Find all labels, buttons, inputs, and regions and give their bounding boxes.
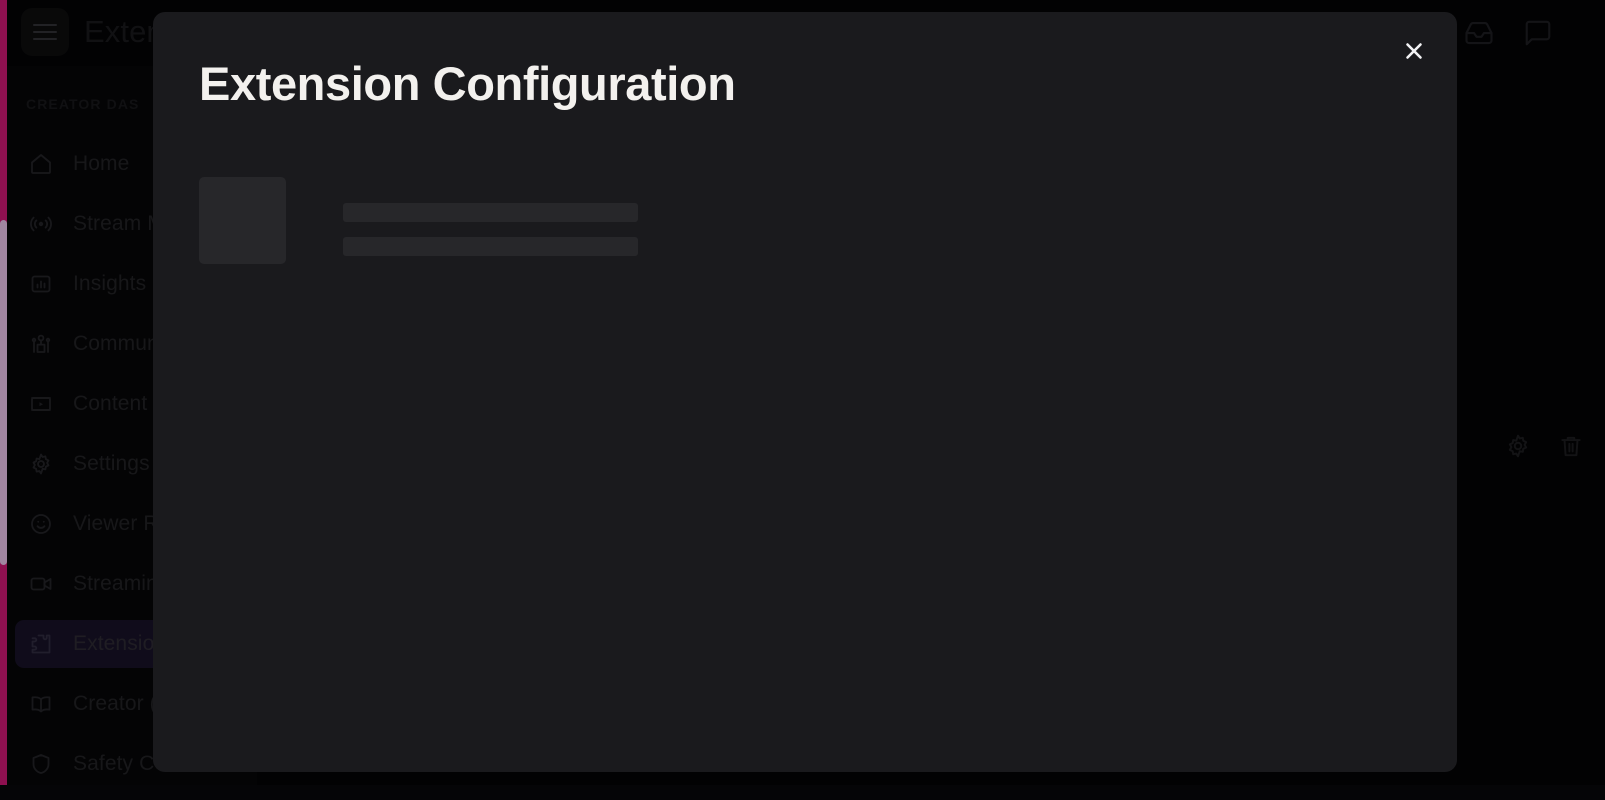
skeleton-thumbnail <box>199 177 286 264</box>
close-button[interactable] <box>1395 32 1433 70</box>
skeleton-line <box>343 203 638 222</box>
loading-skeleton <box>199 177 638 264</box>
close-icon <box>1402 39 1426 63</box>
skeleton-text-lines <box>343 177 638 256</box>
skeleton-line <box>343 237 638 256</box>
extension-configuration-modal: Extension Configuration <box>153 12 1457 772</box>
modal-title: Extension Configuration <box>199 56 736 111</box>
page-scrollbar[interactable] <box>0 0 7 785</box>
scrollbar-thumb[interactable] <box>0 220 7 565</box>
